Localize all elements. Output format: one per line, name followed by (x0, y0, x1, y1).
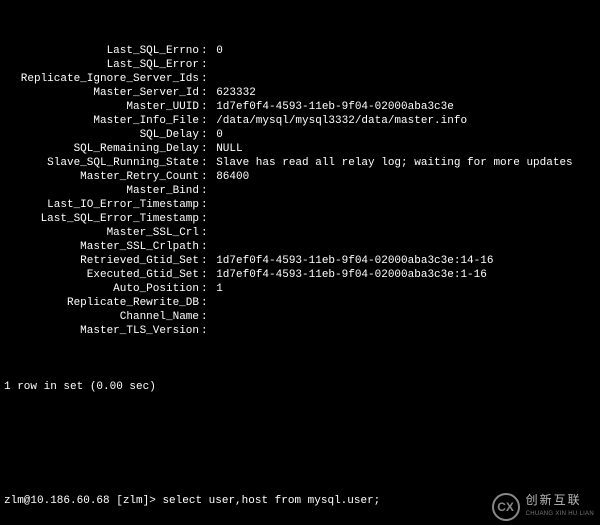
status-value: 1d7ef0f4-4593-11eb-9f04-02000aba3c3e:14-… (216, 255, 493, 267)
watermark-logo-icon: CX (492, 493, 520, 521)
status-value: 86400 (216, 171, 249, 183)
blank-line (4, 436, 596, 450)
status-separator: : (199, 129, 216, 141)
status-value: NULL (216, 143, 242, 155)
status-row: Master_Retry_Count: 86400 (4, 170, 596, 184)
status-row: Auto_Position: 1 (4, 282, 596, 296)
status-separator: : (199, 311, 216, 323)
status-label: Last_IO_Error_Timestamp (4, 198, 199, 212)
status-row: Master_SSL_Crl: (4, 226, 596, 240)
watermark-en: CHUANG XIN HU LIAN (526, 507, 594, 521)
status-label: Replicate_Rewrite_DB (4, 296, 199, 310)
status-label: Master_Bind (4, 184, 199, 198)
status-row: Master_Server_Id: 623332 (4, 86, 596, 100)
status-separator: : (199, 269, 216, 281)
terminal-output: Last_SQL_Errno: 0Last_SQL_Error: Replica… (0, 0, 600, 525)
status-label: Master_TLS_Version (4, 324, 199, 338)
status-value: Slave has read all relay log; waiting fo… (216, 157, 572, 169)
status-separator: : (199, 297, 216, 309)
status-separator: : (199, 283, 216, 295)
status-summary: 1 row in set (0.00 sec) (4, 380, 596, 394)
status-separator: : (199, 213, 216, 225)
status-label: Last_SQL_Errno (4, 44, 199, 58)
slave-status-block: Last_SQL_Errno: 0Last_SQL_Error: Replica… (4, 44, 596, 338)
shell-prompt: zlm@10.186.60.68 [zlm]> (4, 495, 156, 507)
status-row: Replicate_Ignore_Server_Ids: (4, 72, 596, 86)
status-value: /data/mysql/mysql3332/data/master.info (216, 115, 467, 127)
status-separator: : (199, 73, 216, 85)
watermark-text: 创新互联 CHUANG XIN HU LIAN (526, 493, 594, 521)
status-separator: : (199, 101, 216, 113)
sql-query: select user,host from mysql.user; (162, 495, 380, 507)
status-label: Master_Server_Id (4, 86, 199, 100)
status-row: SQL_Remaining_Delay: NULL (4, 142, 596, 156)
status-row: Retrieved_Gtid_Set: 1d7ef0f4-4593-11eb-9… (4, 254, 596, 268)
status-separator: : (199, 199, 216, 211)
status-label: SQL_Remaining_Delay (4, 142, 199, 156)
status-row: Last_SQL_Error_Timestamp: (4, 212, 596, 226)
status-label: Master_Info_File (4, 114, 199, 128)
status-label: Channel_Name (4, 310, 199, 324)
watermark-cn: 创新互联 (526, 493, 594, 507)
status-label: Auto_Position (4, 282, 199, 296)
status-value: 0 (216, 45, 223, 57)
status-separator: : (199, 241, 216, 253)
status-row: Last_SQL_Error: (4, 58, 596, 72)
status-row: Channel_Name: (4, 310, 596, 324)
status-separator: : (199, 325, 216, 337)
watermark: CX 创新互联 CHUANG XIN HU LIAN (492, 493, 594, 521)
status-value: 623332 (216, 87, 256, 99)
status-label: Last_SQL_Error (4, 58, 199, 72)
status-row: Master_UUID: 1d7ef0f4-4593-11eb-9f04-020… (4, 100, 596, 114)
status-label: Master_SSL_Crl (4, 226, 199, 240)
status-value: 1d7ef0f4-4593-11eb-9f04-02000aba3c3e:1-1… (216, 269, 487, 281)
status-row: Replicate_Rewrite_DB: (4, 296, 596, 310)
status-label: Slave_SQL_Running_State (4, 156, 199, 170)
status-value: 1d7ef0f4-4593-11eb-9f04-02000aba3c3e (216, 101, 454, 113)
status-separator: : (199, 157, 216, 169)
status-row: SQL_Delay: 0 (4, 128, 596, 142)
status-row: Master_Bind: (4, 184, 596, 198)
status-row: Master_SSL_Crlpath: (4, 240, 596, 254)
status-label: Last_SQL_Error_Timestamp (4, 212, 199, 226)
status-label: Executed_Gtid_Set (4, 268, 199, 282)
status-row: Master_TLS_Version: (4, 324, 596, 338)
status-label: Master_UUID (4, 100, 199, 114)
status-row: Master_Info_File: /data/mysql/mysql3332/… (4, 114, 596, 128)
status-row: Slave_SQL_Running_State: Slave has read … (4, 156, 596, 170)
status-row: Executed_Gtid_Set: 1d7ef0f4-4593-11eb-9f… (4, 268, 596, 282)
status-row: Last_IO_Error_Timestamp: (4, 198, 596, 212)
status-label: Retrieved_Gtid_Set (4, 254, 199, 268)
status-separator: : (199, 115, 216, 127)
status-label: Master_Retry_Count (4, 170, 199, 184)
status-separator: : (199, 171, 216, 183)
status-value: 1 (216, 283, 223, 295)
status-label: SQL_Delay (4, 128, 199, 142)
status-value: 0 (216, 129, 223, 141)
status-separator: : (199, 255, 216, 267)
status-row: Last_SQL_Errno: 0 (4, 44, 596, 58)
status-label: Master_SSL_Crlpath (4, 240, 199, 254)
status-label: Replicate_Ignore_Server_Ids (4, 72, 199, 86)
status-separator: : (199, 185, 216, 197)
status-separator: : (199, 227, 216, 239)
status-separator: : (199, 45, 216, 57)
status-separator: : (199, 143, 216, 155)
status-separator: : (199, 87, 216, 99)
status-separator: : (199, 59, 216, 71)
